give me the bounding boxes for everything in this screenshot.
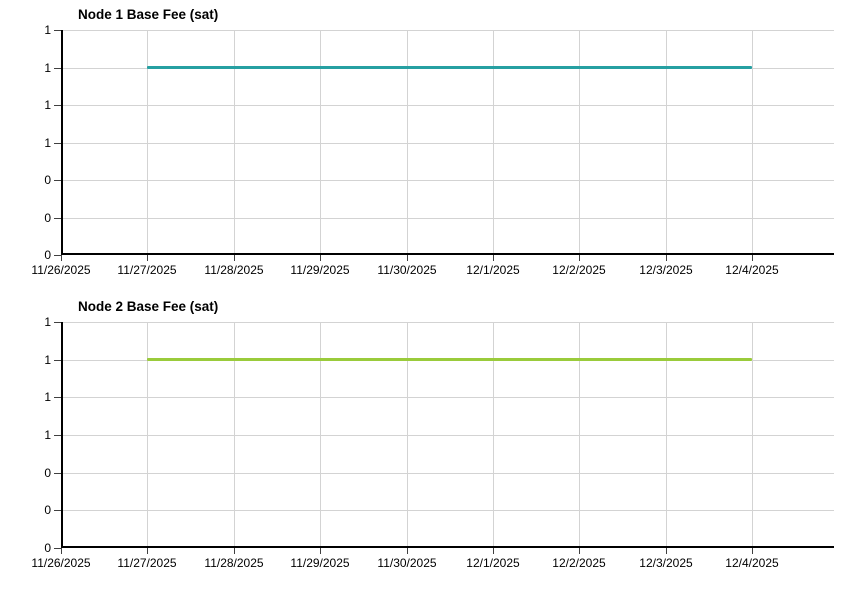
chart-node2-plot-area: 11/26/2025 11/27/2025 11/28/2025 11/29/2025… [31,315,834,570]
y-axis-line [61,30,63,255]
y-tick-label: 0 [44,503,51,517]
x-tick-mark [147,255,148,261]
x-tick-label: 12/4/2025 [725,263,779,277]
x-tick-mark [61,548,62,554]
y-tick-label: 0 [44,541,51,555]
y-tick-mark [54,68,61,69]
x-tick-label: 11/28/2025 [204,263,264,277]
x-tick-label: 11/30/2025 [377,263,437,277]
x-tick-label: 11/27/2025 [117,556,177,570]
x-tick-mark [752,255,753,261]
dual-base-fee-charts: Node 1 Base Fee (sat) 11/26/2025 11/27/20… [0,0,860,600]
y-axis-line [61,322,63,548]
x-tick-mark [666,548,667,554]
y-tick-mark [54,30,61,31]
y-tick-mark [54,473,61,474]
chart-node2-title: Node 2 Base Fee (sat) [78,299,219,314]
x-tick-label: 12/2/2025 [552,263,606,277]
h-gridline [61,435,834,436]
x-tick-label: 12/3/2025 [639,263,693,277]
x-tick-label: 11/26/2025 [31,556,91,570]
y-tick-label: 0 [44,211,51,225]
x-tick-mark [752,548,753,554]
y-tick-label: 1 [44,136,51,150]
x-tick-label: 11/29/2025 [290,556,350,570]
y-tick-label: 0 [44,466,51,480]
y-tick-mark [54,397,61,398]
x-tick-mark [579,548,580,554]
x-tick-mark [61,255,62,261]
y-tick-label: 1 [44,390,51,404]
x-tick-label: 11/30/2025 [377,556,437,570]
h-gridline [61,143,834,144]
y-tick-label: 0 [44,248,51,262]
y-tick-label: 1 [44,353,51,367]
h-gridline [61,105,834,106]
x-tick-mark [320,255,321,261]
y-tick-label: 1 [44,428,51,442]
h-gridline [61,397,834,398]
y-tick-label: 1 [44,315,51,329]
x-tick-mark [493,548,494,554]
y-tick-label: 1 [44,98,51,112]
h-gridline [61,510,834,511]
h-gridline [61,218,834,219]
y-tick-mark [54,143,61,144]
x-tick-mark [147,548,148,554]
x-tick-label: 11/28/2025 [204,556,264,570]
y-tick-label: 1 [44,23,51,37]
x-tick-mark [234,548,235,554]
y-tick-mark [54,218,61,219]
y-tick-mark [54,255,61,256]
x-tick-label: 11/29/2025 [290,263,350,277]
chart-node1-title: Node 1 Base Fee (sat) [78,7,219,22]
series-line [147,66,752,69]
x-tick-mark [579,255,580,261]
x-tick-label: 11/26/2025 [31,263,91,277]
x-tick-mark [320,548,321,554]
chart-node1-plot-area: 11/26/2025 11/27/2025 11/28/2025 11/29/2025… [31,23,834,277]
y-tick-mark [54,548,61,549]
x-axis-line [61,546,834,548]
y-tick-mark [54,322,61,323]
x-tick-label: 12/4/2025 [725,556,779,570]
x-tick-mark [407,548,408,554]
x-axis-line [61,253,834,255]
series-line [147,358,752,361]
x-tick-mark [493,255,494,261]
h-gridline [61,473,834,474]
y-tick-mark [54,105,61,106]
x-tick-label: 11/27/2025 [117,263,177,277]
y-tick-mark [54,510,61,511]
y-tick-label: 0 [44,173,51,187]
h-gridline [61,322,834,323]
y-tick-mark [54,360,61,361]
x-tick-mark [234,255,235,261]
x-tick-mark [407,255,408,261]
y-tick-mark [54,180,61,181]
h-gridline [61,180,834,181]
x-tick-mark [666,255,667,261]
h-gridline [61,30,834,31]
y-tick-label: 1 [44,61,51,75]
x-tick-label: 12/1/2025 [466,556,520,570]
x-tick-label: 12/1/2025 [466,263,520,277]
x-tick-label: 12/2/2025 [552,556,606,570]
x-tick-label: 12/3/2025 [639,556,693,570]
y-tick-mark [54,435,61,436]
